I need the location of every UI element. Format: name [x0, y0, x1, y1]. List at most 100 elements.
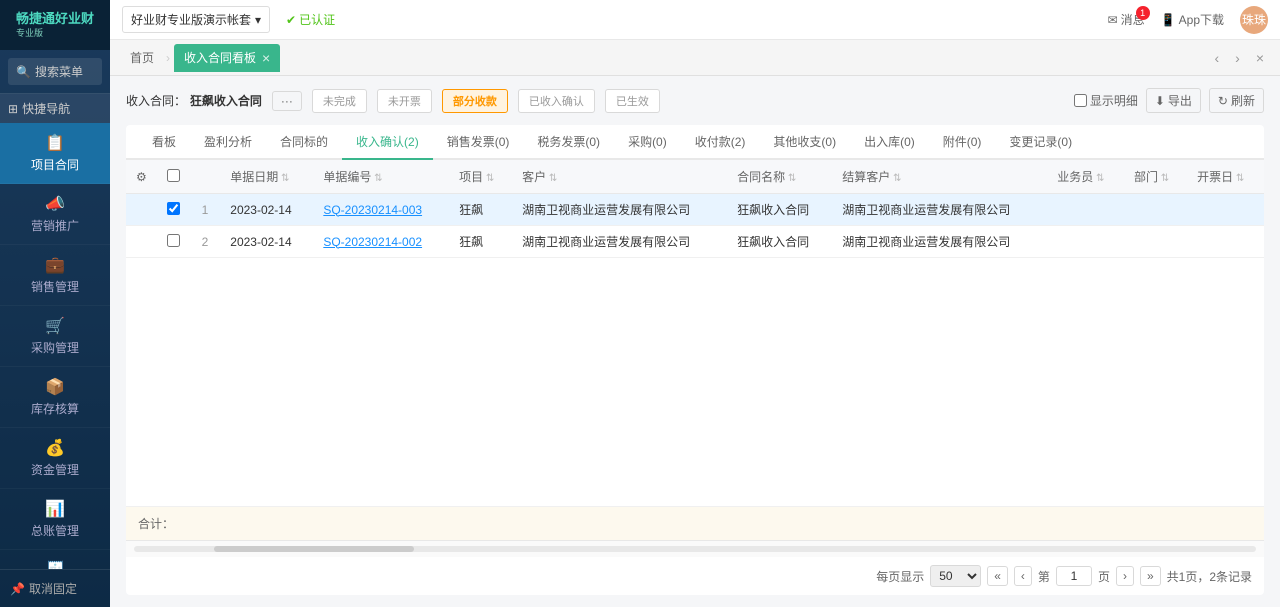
first-page-button[interactable]: « — [987, 566, 1008, 586]
next-page-button[interactable]: › — [1116, 566, 1134, 586]
scrollbar-thumb[interactable] — [214, 546, 414, 552]
quick-nav-button[interactable]: ⊞ 快捷导航 — [0, 93, 110, 123]
separator: › — [166, 51, 170, 65]
per-page-label: 每页显示 — [876, 568, 924, 585]
invoice-icon: 🧾 — [45, 560, 65, 569]
show-detail-toggle[interactable]: 显示明细 — [1074, 92, 1138, 109]
row-bill-no[interactable]: SQ-20230214-003 — [313, 194, 449, 226]
col-bill-date[interactable]: 单据日期 — [220, 160, 313, 194]
prev-page-button[interactable]: ‹ — [1014, 566, 1032, 586]
tabbar-controls: ‹ › × — [1210, 48, 1268, 68]
page-input[interactable] — [1056, 566, 1092, 586]
sidebar-logo-sub: 专业版 — [16, 26, 94, 39]
sidebar-item-general[interactable]: 📊 总账管理 — [0, 489, 110, 550]
sidebar-item-label: 采购管理 — [31, 339, 79, 356]
purchase-icon: 🛒 — [45, 316, 65, 336]
inner-tabs: 看板 盈利分析 合同标的 收入确认(2) 销售发票(0) 税务发票(0) 采购(… — [126, 125, 1264, 160]
col-checkbox — [157, 160, 190, 194]
row-bill-no[interactable]: SQ-20230214-002 — [313, 226, 449, 258]
message-button[interactable]: ✉ 消息 1 — [1108, 11, 1145, 28]
sidebar: 畅捷通好业财 专业版 🔍 搜索菜单 ⊞ 快捷导航 📋 项目合同 📣 营销推广 💼… — [0, 0, 110, 607]
table-row[interactable]: 1 2023-02-14 SQ-20230214-003 狂飙 湖南卫视商业运营… — [126, 194, 1264, 226]
tab-overview[interactable]: 看板 — [138, 125, 190, 160]
col-customer[interactable]: 客户 — [512, 160, 727, 194]
marketing-icon: 📣 — [45, 194, 65, 214]
col-project[interactable]: 项目 — [449, 160, 512, 194]
col-end-customer[interactable]: 结算客户 — [832, 160, 1047, 194]
tab-contract-standard[interactable]: 合同标的 — [266, 125, 342, 160]
sidebar-item-invoice[interactable]: 🧾 发票管理 — [0, 550, 110, 569]
col-settings[interactable]: ⚙ — [126, 160, 157, 194]
row-checkbox[interactable] — [157, 194, 190, 226]
tab-income-confirm[interactable]: 收入确认(2) — [342, 125, 433, 160]
tab-next-button[interactable]: › — [1231, 48, 1244, 68]
search-icon: 🔍 — [16, 65, 31, 79]
sidebar-item-label: 库存核算 — [31, 400, 79, 417]
export-icon: ⬇ — [1155, 94, 1165, 108]
summary-row: 合计： — [126, 507, 1264, 541]
sidebar-item-label: 资金管理 — [31, 461, 79, 478]
status-partial-payment: 部分收款 — [442, 89, 508, 113]
sales-icon: 💼 — [45, 255, 65, 275]
table-row[interactable]: 2 2023-02-14 SQ-20230214-002 狂飙 湖南卫视商业运营… — [126, 226, 1264, 258]
tab-income-contract[interactable]: 收入合同看板 × — [174, 44, 280, 72]
show-detail-checkbox[interactable] — [1074, 94, 1087, 107]
row-salesperson — [1047, 226, 1124, 258]
page-suffix: 页 — [1098, 568, 1110, 585]
status-incomplete: 未完成 — [312, 89, 367, 113]
income-confirm-table: ⚙ 单据日期 单据编号 项目 客户 合同名称 结算客户 业务员 部门 开票日 — [126, 160, 1264, 258]
inventory-icon: 📦 — [45, 377, 65, 397]
refresh-button[interactable]: ↻ 刷新 — [1209, 88, 1264, 113]
app-download-button[interactable]: 📱 App下载 — [1161, 11, 1224, 28]
pin-icon: 📌 — [10, 582, 25, 596]
tab-sales-invoice[interactable]: 销售发票(0) — [433, 125, 524, 160]
row-customer: 湖南卫视商业运营发展有限公司 — [512, 194, 727, 226]
row-checkbox[interactable] — [157, 226, 190, 258]
per-page-select[interactable]: 50 100 200 — [930, 565, 981, 587]
select-all-checkbox[interactable] — [167, 169, 180, 182]
tab-profit[interactable]: 盈利分析 — [190, 125, 266, 160]
tab-other-income[interactable]: 其他收支(0) — [759, 125, 850, 160]
tab-attachment[interactable]: 附件(0) — [929, 125, 996, 160]
tab-prev-button[interactable]: ‹ — [1210, 48, 1223, 68]
row-customer: 湖南卫视商业运营发展有限公司 — [512, 226, 727, 258]
avatar[interactable]: 珠珠 — [1240, 6, 1268, 34]
tab-tax-invoice[interactable]: 税务发票(0) — [523, 125, 614, 160]
export-button[interactable]: ⬇ 导出 — [1146, 88, 1201, 113]
last-page-button[interactable]: » — [1140, 566, 1161, 586]
sidebar-item-marketing[interactable]: 📣 营销推广 — [0, 184, 110, 245]
col-salesperson[interactable]: 业务员 — [1047, 160, 1124, 194]
sidebar-item-inventory[interactable]: 📦 库存核算 — [0, 367, 110, 428]
status-confirmed: 已收入确认 — [518, 89, 595, 113]
tab-close-all-button[interactable]: × — [1252, 48, 1268, 68]
unpin-button[interactable]: 📌 取消固定 — [6, 576, 104, 601]
col-bill-no[interactable]: 单据编号 — [313, 160, 449, 194]
tab-change-log[interactable]: 变更记录(0) — [995, 125, 1086, 160]
table-wrapper[interactable]: ⚙ 单据日期 单据编号 项目 客户 合同名称 结算客户 业务员 部门 开票日 — [126, 160, 1264, 506]
col-contract-name[interactable]: 合同名称 — [727, 160, 832, 194]
tab-purchase[interactable]: 采购(0) — [614, 125, 681, 160]
col-row-num — [190, 160, 221, 194]
company-selector[interactable]: 好业财专业版演示帐套 ▾ — [122, 6, 270, 33]
row-settings — [126, 194, 157, 226]
tab-warehouse[interactable]: 出入库(0) — [850, 125, 929, 160]
sidebar-item-fund[interactable]: 💰 资金管理 — [0, 428, 110, 489]
sidebar-item-project[interactable]: 📋 项目合同 — [0, 123, 110, 184]
tab-close-button[interactable]: × — [262, 51, 270, 65]
topbar-right: ✉ 消息 1 📱 App下载 珠珠 — [1108, 6, 1268, 34]
more-options-button[interactable]: ··· — [272, 91, 302, 111]
page-prefix: 第 — [1038, 568, 1050, 585]
tab-payment[interactable]: 收付款(2) — [681, 125, 760, 160]
col-department[interactable]: 部门 — [1124, 160, 1187, 194]
col-bill-date2[interactable]: 开票日 — [1187, 160, 1264, 194]
search-menu-button[interactable]: 🔍 搜索菜单 — [8, 58, 102, 85]
tab-home[interactable]: 首页 — [122, 49, 162, 66]
header-actions: 显示明细 ⬇ 导出 ↻ 刷新 — [1074, 88, 1264, 113]
sidebar-item-purchase[interactable]: 🛒 采购管理 — [0, 306, 110, 367]
sidebar-item-label: 项目合同 — [31, 156, 79, 173]
topbar: 好业财专业版演示帐套 ▾ ✔ 已认证 ✉ 消息 1 📱 App下载 珠珠 — [110, 0, 1280, 40]
sidebar-item-sales[interactable]: 💼 销售管理 — [0, 245, 110, 306]
gear-icon: ⚙ — [136, 170, 147, 184]
company-name: 好业财专业版演示帐套 — [131, 11, 251, 28]
row-contract-name: 狂飙收入合同 — [727, 194, 832, 226]
